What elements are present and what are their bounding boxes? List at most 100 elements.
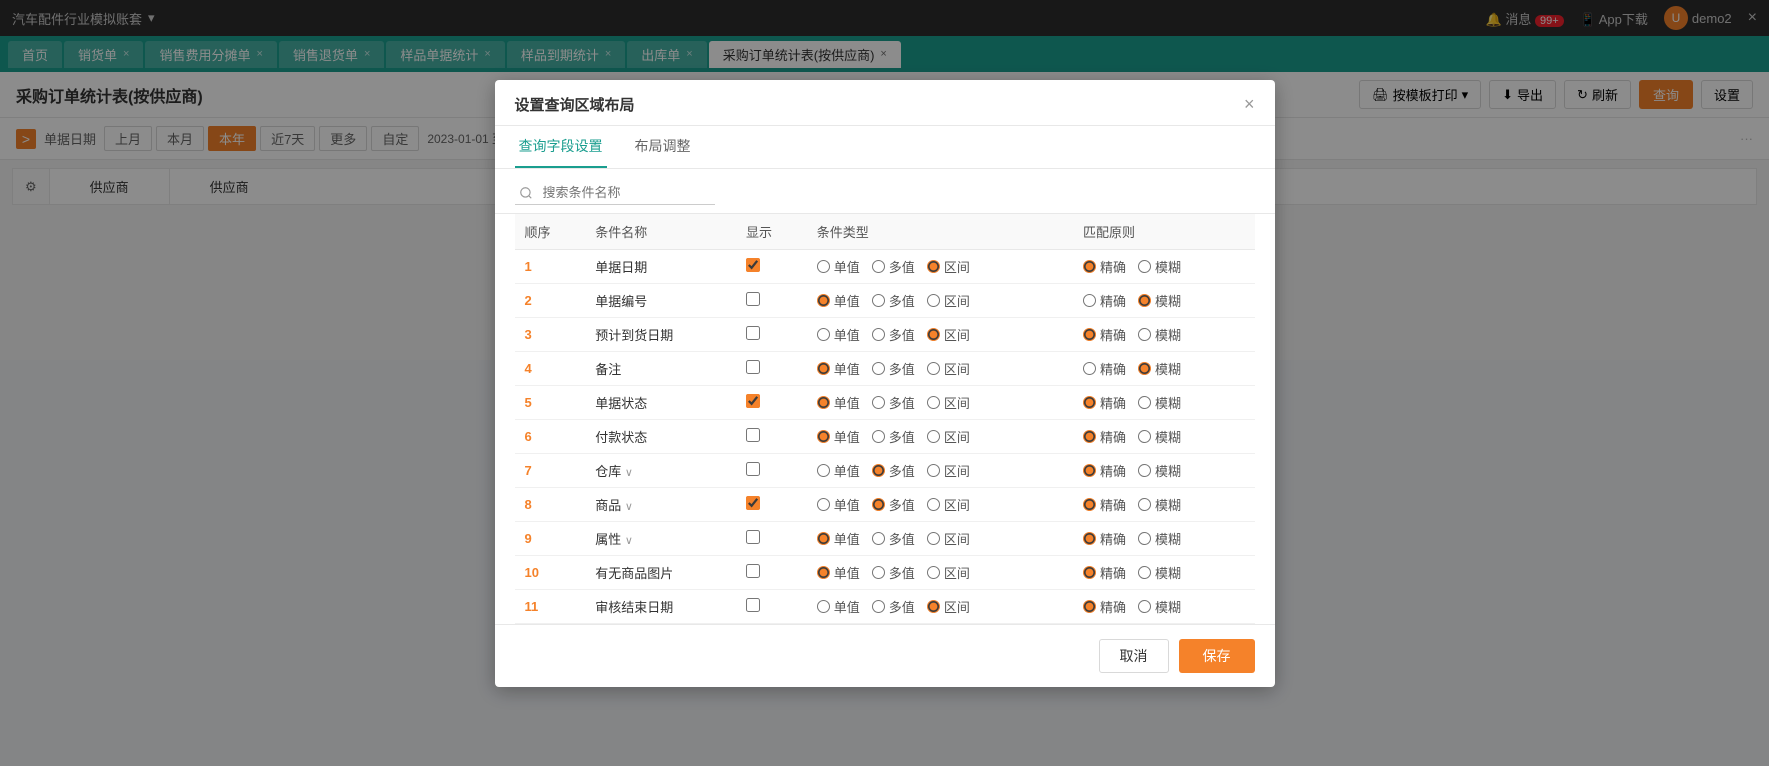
cancel-button[interactable]: 取消 — [1099, 639, 1169, 673]
display-checkbox[interactable] — [746, 292, 760, 306]
dropdown-icon[interactable]: ∨ — [625, 501, 633, 513]
match-radio-精确[interactable] — [1083, 600, 1096, 613]
match-option-label: 模糊 — [1155, 563, 1181, 582]
match-radio-模糊[interactable] — [1138, 328, 1151, 341]
display-checkbox[interactable] — [746, 258, 760, 272]
type-radio-多值[interactable] — [872, 430, 885, 443]
type-radio-区间[interactable] — [927, 464, 940, 477]
display-checkbox[interactable] — [746, 326, 760, 340]
type-radio-多值[interactable] — [872, 566, 885, 579]
type-radio-label: 单值 — [817, 257, 860, 276]
type-radio-多值[interactable] — [872, 328, 885, 341]
type-radio-区间[interactable] — [927, 328, 940, 341]
dialog-tabs: 查询字段设置 布局调整 — [495, 126, 1275, 169]
display-checkbox[interactable] — [746, 564, 760, 578]
type-radio-区间[interactable] — [927, 396, 940, 409]
display-checkbox[interactable] — [746, 428, 760, 442]
match-radio-模糊[interactable] — [1138, 260, 1151, 273]
table-row: 1单据日期 单值 多值 区间 精确 模糊 — [515, 249, 1255, 283]
condition-name: 审核结束日期 — [595, 600, 673, 615]
match-radio-模糊[interactable] — [1138, 362, 1151, 375]
display-checkbox[interactable] — [746, 394, 760, 408]
match-radio-group: 精确 模糊 — [1083, 291, 1245, 310]
match-radio-精确[interactable] — [1083, 566, 1096, 579]
type-radio-区间[interactable] — [927, 498, 940, 511]
type-radio-单值[interactable] — [817, 532, 830, 545]
match-radio-精确[interactable] — [1083, 328, 1096, 341]
display-checkbox[interactable] — [746, 360, 760, 374]
type-radio-label: 区间 — [927, 461, 970, 480]
type-option-label: 单值 — [834, 427, 860, 446]
type-radio-多值[interactable] — [872, 464, 885, 477]
match-radio-模糊[interactable] — [1138, 294, 1151, 307]
type-radio-区间[interactable] — [927, 532, 940, 545]
type-radio-label: 多值 — [872, 393, 915, 412]
type-radio-label: 多值 — [872, 461, 915, 480]
search-input[interactable] — [515, 181, 715, 205]
match-radio-精确[interactable] — [1083, 430, 1096, 443]
match-radio-精确[interactable] — [1083, 396, 1096, 409]
type-radio-label: 单值 — [817, 291, 860, 310]
table-row: 4备注 单值 多值 区间 精确 模糊 — [515, 351, 1255, 385]
display-checkbox[interactable] — [746, 598, 760, 612]
match-radio-label: 精确 — [1083, 461, 1126, 480]
type-radio-单值[interactable] — [817, 566, 830, 579]
type-radio-label: 多值 — [872, 359, 915, 378]
type-radio-单值[interactable] — [817, 294, 830, 307]
type-radio-label: 多值 — [872, 325, 915, 344]
type-radio-单值[interactable] — [817, 464, 830, 477]
display-checkbox[interactable] — [746, 496, 760, 510]
type-radio-单值[interactable] — [817, 362, 830, 375]
save-button[interactable]: 保存 — [1179, 639, 1255, 673]
match-radio-模糊[interactable] — [1138, 464, 1151, 477]
type-radio-区间[interactable] — [927, 600, 940, 613]
type-radio-区间[interactable] — [927, 260, 940, 273]
type-option-label: 单值 — [834, 529, 860, 548]
type-radio-label: 多值 — [872, 427, 915, 446]
match-radio-label: 模糊 — [1138, 325, 1181, 344]
tab-field-settings[interactable]: 查询字段设置 — [515, 126, 607, 168]
type-radio-多值[interactable] — [872, 498, 885, 511]
match-radio-group: 精确 模糊 — [1083, 427, 1245, 446]
match-radio-模糊[interactable] — [1138, 396, 1151, 409]
table-row: 7仓库 ∨ 单值 多值 区间 精确 模糊 — [515, 453, 1255, 487]
type-radio-区间[interactable] — [927, 566, 940, 579]
match-radio-精确[interactable] — [1083, 294, 1096, 307]
tab-layout-adjust[interactable]: 布局调整 — [631, 126, 695, 168]
type-radio-多值[interactable] — [872, 396, 885, 409]
match-radio-模糊[interactable] — [1138, 430, 1151, 443]
type-radio-单值[interactable] — [817, 260, 830, 273]
match-radio-精确[interactable] — [1083, 260, 1096, 273]
match-option-label: 精确 — [1100, 597, 1126, 616]
type-radio-group: 单值 多值 区间 — [817, 291, 1063, 310]
type-radio-多值[interactable] — [872, 294, 885, 307]
type-radio-单值[interactable] — [817, 600, 830, 613]
dialog-close-btn[interactable]: × — [1244, 95, 1255, 113]
match-radio-模糊[interactable] — [1138, 498, 1151, 511]
type-radio-多值[interactable] — [872, 600, 885, 613]
match-radio-模糊[interactable] — [1138, 600, 1151, 613]
match-radio-精确[interactable] — [1083, 362, 1096, 375]
type-radio-多值[interactable] — [872, 260, 885, 273]
type-radio-区间[interactable] — [927, 294, 940, 307]
type-radio-单值[interactable] — [817, 498, 830, 511]
dropdown-icon[interactable]: ∨ — [625, 467, 633, 479]
display-checkbox[interactable] — [746, 462, 760, 476]
type-radio-多值[interactable] — [872, 362, 885, 375]
type-radio-区间[interactable] — [927, 430, 940, 443]
match-radio-模糊[interactable] — [1138, 566, 1151, 579]
type-radio-多值[interactable] — [872, 532, 885, 545]
type-radio-区间[interactable] — [927, 362, 940, 375]
type-radio-单值[interactable] — [817, 328, 830, 341]
type-option-label: 多值 — [889, 597, 915, 616]
dropdown-icon[interactable]: ∨ — [625, 535, 633, 547]
match-radio-精确[interactable] — [1083, 532, 1096, 545]
match-radio-精确[interactable] — [1083, 498, 1096, 511]
display-checkbox[interactable] — [746, 530, 760, 544]
dialog-header: 设置查询区域布局 × — [495, 80, 1275, 126]
match-radio-精确[interactable] — [1083, 464, 1096, 477]
type-radio-单值[interactable] — [817, 396, 830, 409]
type-radio-单值[interactable] — [817, 430, 830, 443]
match-option-label: 精确 — [1100, 563, 1126, 582]
match-radio-模糊[interactable] — [1138, 532, 1151, 545]
